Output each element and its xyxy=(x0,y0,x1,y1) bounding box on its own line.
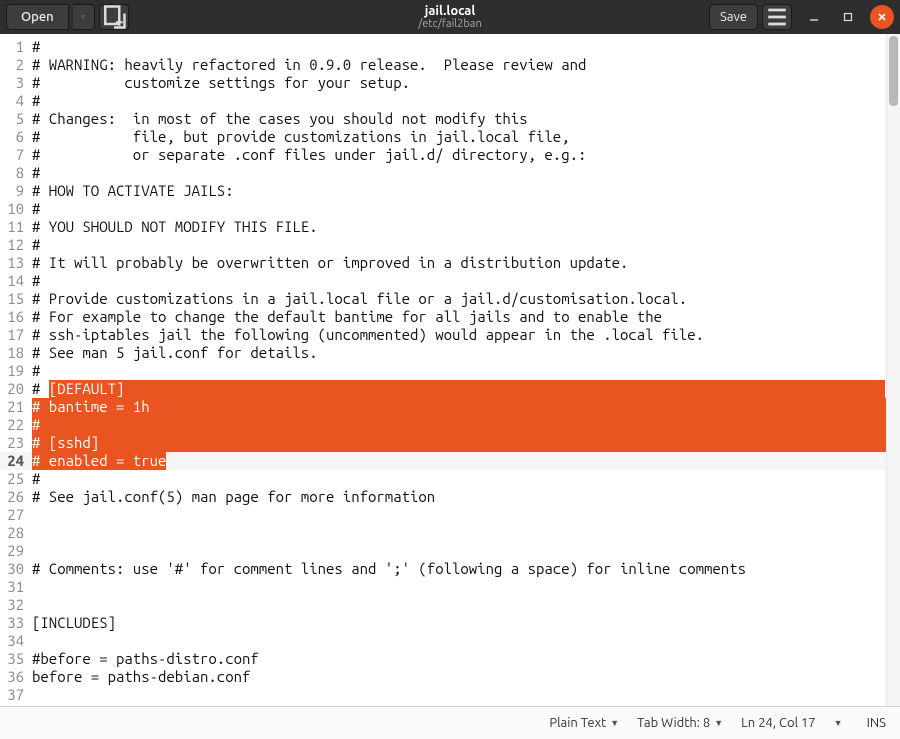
open-recent-dropdown[interactable]: ▼ xyxy=(73,4,95,30)
syntax-mode-label: Plain Text xyxy=(549,716,606,730)
vertical-scrollbar[interactable] xyxy=(886,34,900,706)
code-line[interactable]: # xyxy=(28,236,886,254)
code-line[interactable]: # [DEFAULT] xyxy=(28,380,886,398)
line-number: 27 xyxy=(0,506,28,524)
code-line[interactable]: # or separate .conf files under jail.d/ … xyxy=(28,146,886,164)
line-number: 37 xyxy=(0,686,28,704)
line-number: 14 xyxy=(0,272,28,290)
code-line[interactable] xyxy=(28,596,886,614)
line-number: 16 xyxy=(0,308,28,326)
code-line[interactable]: # ssh-iptables jail the following (uncom… xyxy=(28,326,886,344)
line-number: 31 xyxy=(0,578,28,596)
line-number: 10 xyxy=(0,200,28,218)
code-line[interactable]: # Comments: use '#' for comment lines an… xyxy=(28,560,886,578)
code-line[interactable]: # enabled = true xyxy=(28,452,886,470)
insert-mode-label: INS xyxy=(867,716,886,730)
cursor-position-indicator[interactable]: Ln 24, Col 17 ▼ xyxy=(741,716,842,730)
code-line[interactable]: # xyxy=(28,164,886,182)
line-number: 36 xyxy=(0,668,28,686)
statusbar: Plain Text▼ Tab Width: 8▼ Ln 24, Col 17 … xyxy=(0,706,900,739)
code-line[interactable] xyxy=(28,506,886,524)
code-line[interactable]: # WARNING: heavily refactored in 0.9.0 r… xyxy=(28,56,886,74)
line-number: 9 xyxy=(0,182,28,200)
code-line[interactable] xyxy=(28,632,886,650)
code-line[interactable]: before = paths-debian.conf xyxy=(28,668,886,686)
code-line[interactable]: # Changes: in most of the cases you shou… xyxy=(28,110,886,128)
hamburger-menu-button[interactable] xyxy=(762,4,792,30)
code-line[interactable]: # xyxy=(28,200,886,218)
line-number: 11 xyxy=(0,218,28,236)
code-line[interactable]: # For example to change the default bant… xyxy=(28,308,886,326)
code-line[interactable]: # xyxy=(28,272,886,290)
code-line[interactable]: # xyxy=(28,38,886,56)
titlebar: Open ▼ jail.local /etc/fail2ban Save xyxy=(0,0,900,34)
line-number: 18 xyxy=(0,344,28,362)
line-number: 13 xyxy=(0,254,28,272)
syntax-mode-selector[interactable]: Plain Text▼ xyxy=(549,716,619,730)
line-number: 25 xyxy=(0,470,28,488)
line-number: 7 xyxy=(0,146,28,164)
code-line[interactable]: # xyxy=(28,92,886,110)
line-number: 19 xyxy=(0,362,28,380)
code-content[interactable]: ## WARNING: heavily refactored in 0.9.0 … xyxy=(28,34,886,706)
line-number: 15 xyxy=(0,290,28,308)
new-tab-button[interactable] xyxy=(99,4,129,30)
line-number: 17 xyxy=(0,326,28,344)
line-number: 8 xyxy=(0,164,28,182)
code-line[interactable]: # See man 5 jail.conf for details. xyxy=(28,344,886,362)
line-number: 28 xyxy=(0,524,28,542)
line-number: 3 xyxy=(0,74,28,92)
insert-mode-indicator[interactable]: INS xyxy=(867,716,886,730)
line-number: 22 xyxy=(0,416,28,434)
line-number: 6 xyxy=(0,128,28,146)
line-number: 34 xyxy=(0,632,28,650)
code-line[interactable]: # [sshd] xyxy=(28,434,886,452)
line-number: 24 xyxy=(0,452,28,470)
minimize-button[interactable] xyxy=(802,5,826,29)
code-line[interactable]: # customize settings for your setup. xyxy=(28,74,886,92)
save-button[interactable]: Save xyxy=(709,4,758,30)
code-line[interactable]: [INCLUDES] xyxy=(28,614,886,632)
line-number: 5 xyxy=(0,110,28,128)
line-number: 4 xyxy=(0,92,28,110)
code-line[interactable]: # HOW TO ACTIVATE JAILS: xyxy=(28,182,886,200)
code-line[interactable]: # See jail.conf(5) man page for more inf… xyxy=(28,488,886,506)
line-number-gutter: 1234567891011121314151617181920212223242… xyxy=(0,34,28,706)
tab-width-label: Tab Width: 8 xyxy=(637,716,710,730)
code-line[interactable]: #before = paths-distro.conf xyxy=(28,650,886,668)
line-number: 33 xyxy=(0,614,28,632)
code-line[interactable]: # YOU SHOULD NOT MODIFY THIS FILE. xyxy=(28,218,886,236)
code-line[interactable]: # xyxy=(28,416,886,434)
line-number: 30 xyxy=(0,560,28,578)
code-line[interactable] xyxy=(28,578,886,596)
line-number: 35 xyxy=(0,650,28,668)
maximize-button[interactable] xyxy=(836,5,860,29)
line-number: 26 xyxy=(0,488,28,506)
code-line[interactable]: # xyxy=(28,362,886,380)
tab-width-selector[interactable]: Tab Width: 8▼ xyxy=(637,716,723,730)
code-line[interactable] xyxy=(28,524,886,542)
open-button[interactable]: Open xyxy=(6,4,69,30)
code-line[interactable]: # xyxy=(28,470,886,488)
line-number: 23 xyxy=(0,434,28,452)
code-line[interactable] xyxy=(28,686,886,704)
scrollbar-thumb[interactable] xyxy=(889,36,898,106)
line-number: 29 xyxy=(0,542,28,560)
code-line[interactable]: # file, but provide customizations in ja… xyxy=(28,128,886,146)
line-number: 2 xyxy=(0,56,28,74)
line-number: 32 xyxy=(0,596,28,614)
code-line[interactable]: # bantime = 1h xyxy=(28,398,886,416)
line-number: 12 xyxy=(0,236,28,254)
code-line[interactable]: # It will probably be overwritten or imp… xyxy=(28,254,886,272)
code-line[interactable] xyxy=(28,542,886,560)
code-line[interactable]: # Provide customizations in a jail.local… xyxy=(28,290,886,308)
editor-area[interactable]: 1234567891011121314151617181920212223242… xyxy=(0,34,900,706)
close-button[interactable] xyxy=(870,5,894,29)
cursor-position-label: Ln 24, Col 17 xyxy=(741,716,815,730)
line-number: 1 xyxy=(0,38,28,56)
line-number: 21 xyxy=(0,398,28,416)
line-number: 20 xyxy=(0,380,28,398)
